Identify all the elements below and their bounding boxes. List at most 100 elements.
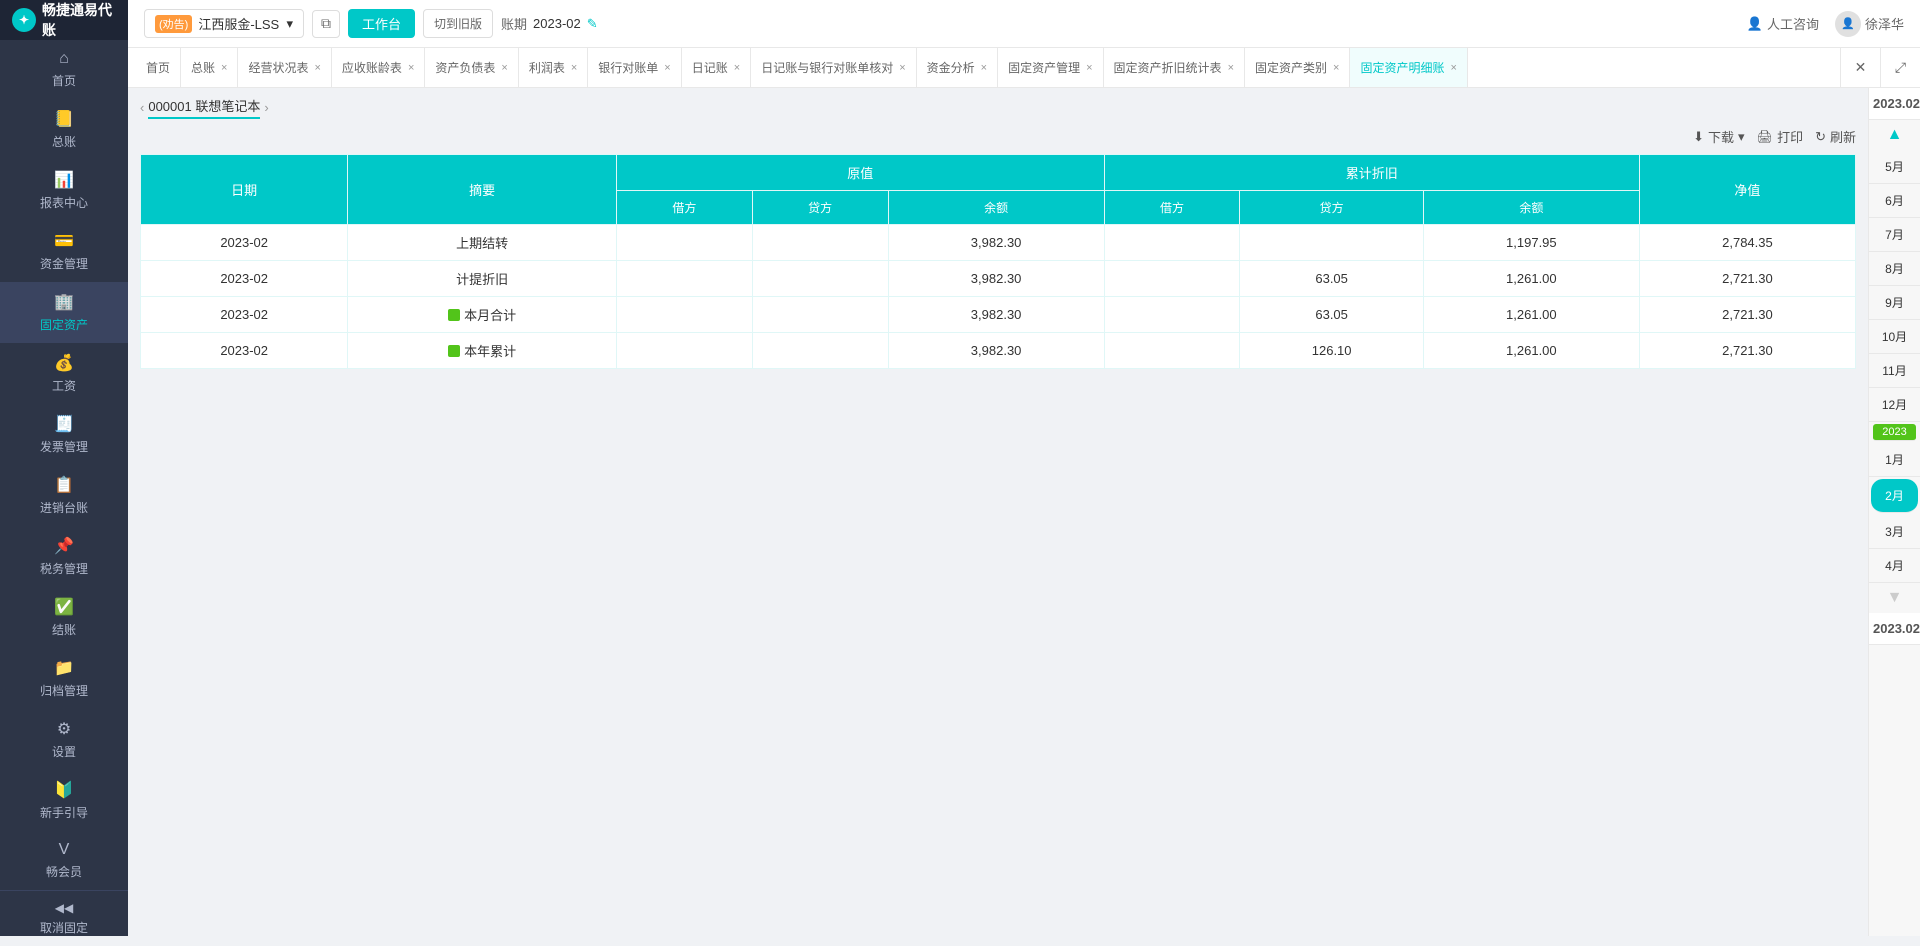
period-edit-icon[interactable]: ✎	[587, 16, 598, 32]
sales-icon: 📋	[54, 475, 74, 495]
tab-capital-analysis-close[interactable]: ×	[981, 62, 987, 74]
user-profile[interactable]: 👤 徐泽华	[1835, 11, 1904, 37]
sidebar-item-salary[interactable]: 💰 工资	[0, 343, 128, 404]
sidebar-item-ledger[interactable]: 📒 总账	[0, 99, 128, 160]
app-name: 畅捷通易代账	[42, 0, 116, 40]
tab-fixed-mgmt-close[interactable]: ×	[1086, 62, 1092, 74]
sidebar-item-settings[interactable]: ⚙ 设置	[0, 709, 128, 770]
th-balance-2: 余额	[1423, 191, 1639, 225]
tab-fixed-category[interactable]: 固定资产类别 ×	[1245, 48, 1350, 88]
cell-debit1	[616, 297, 752, 333]
fixed-assets-icon: 🏢	[54, 292, 74, 312]
breadcrumb-next[interactable]: ›	[264, 100, 268, 115]
tab-operation-close[interactable]: ×	[314, 62, 320, 74]
cal-month-5[interactable]: 5月	[1869, 150, 1920, 184]
tab-journal-label: 日记账	[692, 59, 728, 76]
sidebar-item-label: 工资	[52, 377, 76, 394]
tab-fixed-detail[interactable]: 固定资产明细账 ×	[1350, 48, 1467, 88]
sidebar-item-archive[interactable]: 📁 归档管理	[0, 648, 128, 709]
company-tag: (劝告)	[155, 15, 192, 33]
tab-capital-analysis[interactable]: 资金分析 ×	[917, 48, 998, 88]
sidebar-item-capital[interactable]: 💳 资金管理	[0, 221, 128, 282]
sidebar-item-invoice[interactable]: 🧾 发票管理	[0, 404, 128, 465]
sidebar-item-report[interactable]: 📊 报表中心	[0, 160, 128, 221]
cal-month-9[interactable]: 9月	[1869, 286, 1920, 320]
refresh-button[interactable]: ↻ 刷新	[1815, 127, 1856, 146]
tab-balance[interactable]: 资产负债表 ×	[425, 48, 518, 88]
logo-icon: ✦	[12, 8, 36, 32]
cell-credit2: 126.10	[1240, 333, 1423, 369]
sidebar-item-label: 设置	[52, 743, 76, 760]
human-service[interactable]: 👤 人工咨询	[1747, 14, 1819, 33]
cal-month-7[interactable]: 7月	[1869, 218, 1920, 252]
cal-month-12[interactable]: 12月	[1869, 388, 1920, 422]
tab-fixed-depreciation-close[interactable]: ×	[1228, 62, 1234, 74]
maximize-button[interactable]: ⤢	[1880, 48, 1920, 88]
tab-bank[interactable]: 银行对账单 ×	[588, 48, 681, 88]
cal-month-11[interactable]: 11月	[1869, 354, 1920, 388]
user-name: 徐泽华	[1865, 14, 1904, 33]
tab-profit[interactable]: 利润表 ×	[519, 48, 588, 88]
tab-fixed-detail-close[interactable]: ×	[1450, 62, 1456, 74]
download-button[interactable]: ⬇ 下载 ▾	[1693, 127, 1744, 146]
sidebar-item-tax[interactable]: 📌 税务管理	[0, 526, 128, 587]
content-area: ‹ 000001 联想笔记本 › ⬇ 下载 ▾ 🖨 打印	[128, 88, 1920, 936]
print-button[interactable]: 🖨 打印	[1757, 127, 1804, 146]
breadcrumb-prev[interactable]: ‹	[140, 100, 144, 115]
cell-netvalue: 2,721.30	[1639, 333, 1855, 369]
tab-ledger[interactable]: 总账 ×	[181, 48, 238, 88]
tab-journal-close[interactable]: ×	[734, 62, 740, 74]
tab-balance-label: 资产负债表	[435, 59, 495, 76]
cal-month-1[interactable]: 1月	[1869, 443, 1920, 477]
tab-fixed-category-close[interactable]: ×	[1333, 62, 1339, 74]
cal-down-arrow[interactable]: ▼	[1869, 583, 1920, 613]
tab-fixed-depreciation-label: 固定资产折旧统计表	[1114, 59, 1222, 76]
cal-month-6[interactable]: 6月	[1869, 184, 1920, 218]
cell-netvalue: 2,721.30	[1639, 297, 1855, 333]
sidebar-item-fixed-assets[interactable]: 🏢 固定资产	[0, 282, 128, 343]
capital-icon: 💳	[54, 231, 74, 251]
print-label: 打印	[1777, 127, 1803, 146]
tab-fixed-depreciation[interactable]: 固定资产折旧统计表 ×	[1104, 48, 1245, 88]
data-table: 日期 摘要 原值 累计折旧 净值 借方 贷方 余额 借方 贷方 余额	[140, 154, 1856, 369]
tab-journal-bank[interactable]: 日记账与银行对账单核对 ×	[751, 48, 916, 88]
cal-month-4[interactable]: 4月	[1869, 549, 1920, 583]
sidebar-item-guide[interactable]: 🔰 新手引导	[0, 770, 128, 831]
copy-button[interactable]: ⧉	[312, 10, 340, 38]
sidebar-item-sales[interactable]: 📋 进销台账	[0, 465, 128, 526]
green-dot-icon	[448, 345, 460, 357]
workbench-button[interactable]: 工作台	[348, 9, 415, 38]
sidebar-item-settle[interactable]: ✅ 结账	[0, 587, 128, 648]
tab-operation[interactable]: 经营状况表 ×	[238, 48, 331, 88]
company-selector[interactable]: (劝告) 江西服金-LSS ▾	[144, 9, 304, 38]
cal-month-3[interactable]: 3月	[1869, 515, 1920, 549]
row-tag: 本年累计	[448, 341, 516, 360]
cal-month-2-active[interactable]: 2月	[1871, 479, 1918, 513]
tab-receivable-close[interactable]: ×	[408, 62, 414, 74]
close-all-button[interactable]: ✕	[1840, 48, 1880, 88]
tabbar-actions: ✕ ⤢	[1840, 48, 1920, 88]
tab-ledger-close[interactable]: ×	[221, 62, 227, 74]
download-label: 下载	[1708, 127, 1734, 146]
cell-netvalue: 2,784.35	[1639, 225, 1855, 261]
tab-fixed-mgmt[interactable]: 固定资产管理 ×	[998, 48, 1103, 88]
sidebar-item-home[interactable]: ⌂ 首页	[0, 40, 128, 99]
sidebar-item-member[interactable]: V 畅会员	[0, 831, 128, 890]
th-credit-2: 贷方	[1240, 191, 1423, 225]
tab-bank-close[interactable]: ×	[664, 62, 670, 74]
tab-profit-close[interactable]: ×	[571, 62, 577, 74]
cal-up-arrow[interactable]: ▲	[1869, 120, 1920, 150]
cell-balance2: 1,261.00	[1423, 333, 1639, 369]
tab-balance-close[interactable]: ×	[501, 62, 507, 74]
table-row: 2023-02 本年累计 3,982.30 126.10 1,261.00 2,…	[141, 333, 1856, 369]
tab-journal[interactable]: 日记账 ×	[682, 48, 751, 88]
sidebar-pin-toggle[interactable]: ◀◀ 取消固定	[0, 890, 128, 946]
pin-label: 取消固定	[40, 919, 88, 936]
period-info: 账期 2023-02 ✎	[501, 14, 598, 33]
cal-month-8[interactable]: 8月	[1869, 252, 1920, 286]
tab-journal-bank-close[interactable]: ×	[899, 62, 905, 74]
tab-home[interactable]: 首页	[136, 48, 181, 88]
cal-month-10[interactable]: 10月	[1869, 320, 1920, 354]
old-version-button[interactable]: 切到旧版	[423, 9, 493, 38]
tab-receivable[interactable]: 应收账龄表 ×	[332, 48, 425, 88]
